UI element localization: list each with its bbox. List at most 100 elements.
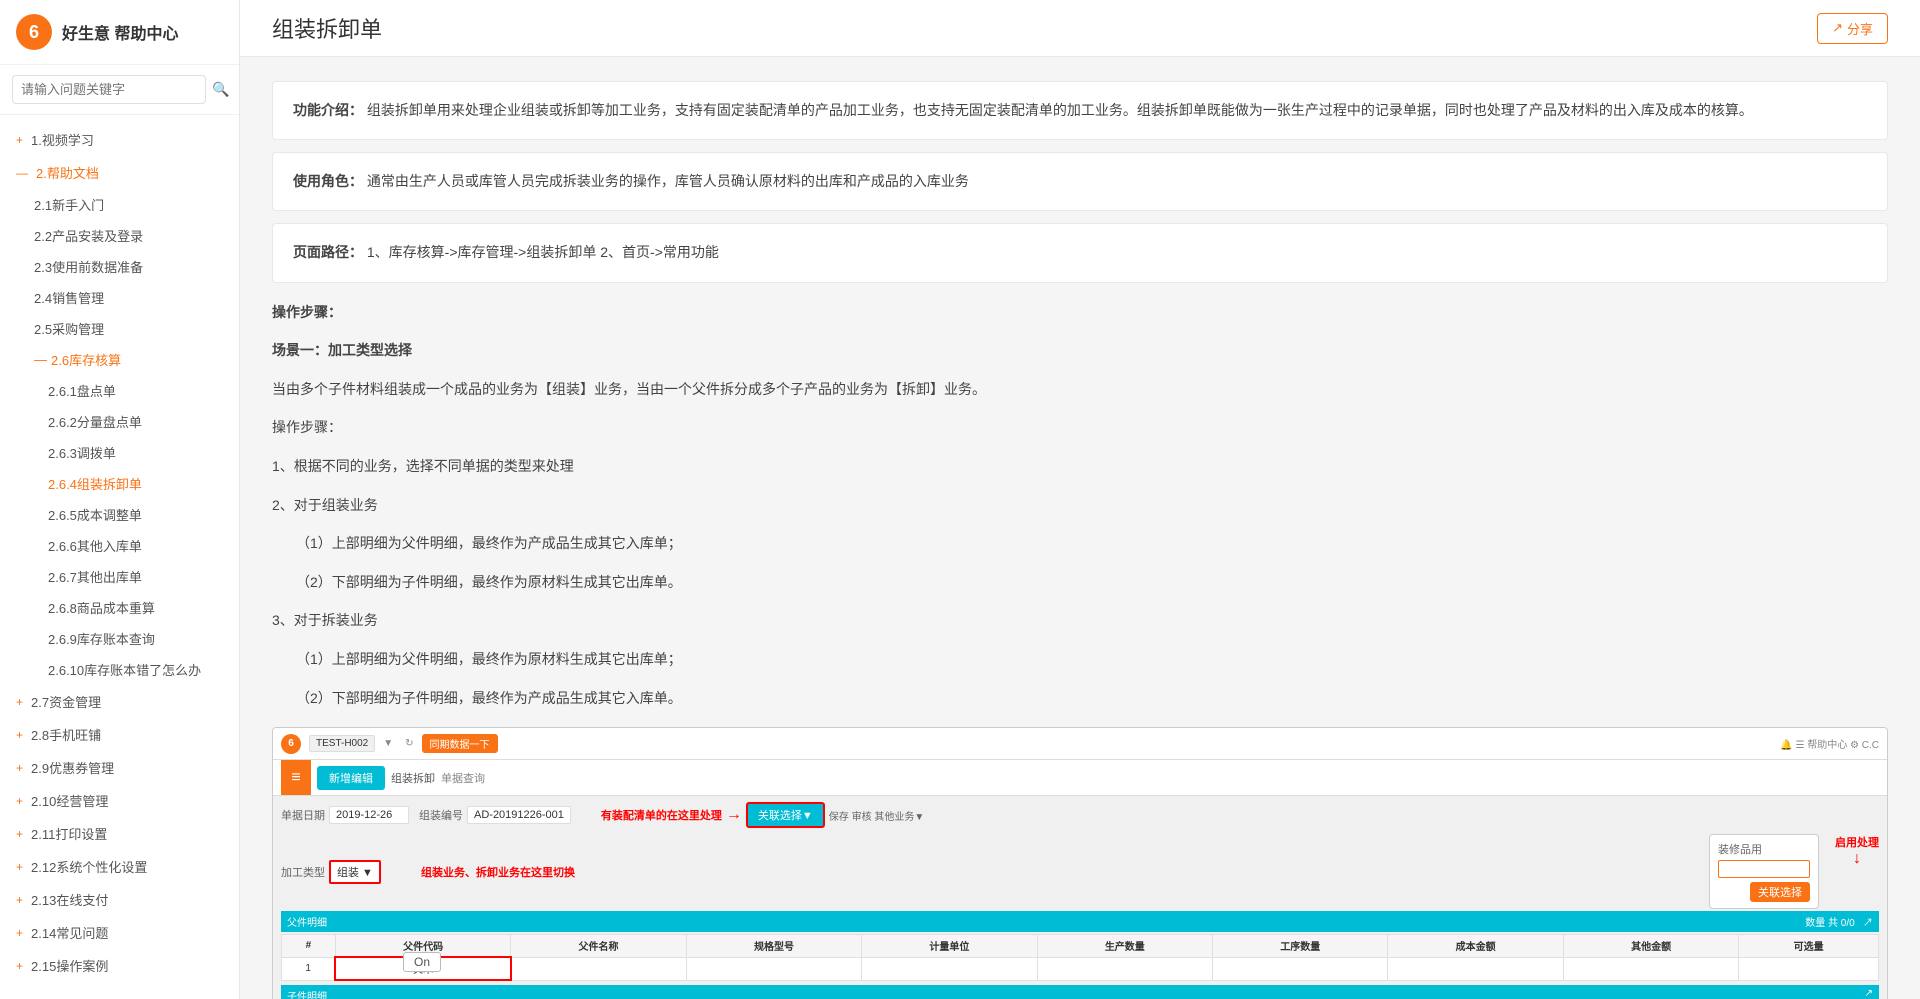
ss-arrow1: → <box>726 806 742 824</box>
sidebar-item-docs-261[interactable]: 2.6.1盘点单 <box>0 375 239 406</box>
minus-icon-26: — <box>34 352 47 367</box>
page-title: 组装拆卸单 <box>272 12 382 44</box>
ss-form-row1: 单据日期 2019-12-26 组装编号 AD-20191226-001 有装配… <box>281 802 1879 828</box>
app-title: 好生意 帮助中心 <box>62 20 178 44</box>
plus-icon-214: + <box>16 926 23 940</box>
sidebar-item-docs-27[interactable]: + 2.7资金管理 <box>0 685 239 718</box>
ss-annotation2-text: 组装业务、拆卸业务在这里切换 <box>421 864 575 880</box>
sidebar-item-docs-215[interactable]: + 2.15操作案例 <box>0 949 239 982</box>
sidebar-item-docs-2610[interactable]: 2.6.10库存账本错了怎么办 <box>0 654 239 685</box>
sidebar-item-docs-210[interactable]: + 2.10经营管理 <box>0 784 239 817</box>
ss-date-label: 单据日期 <box>281 807 325 823</box>
sidebar-item-docs-213[interactable]: + 2.13在线支付 <box>0 883 239 916</box>
sidebar-item-docs-268[interactable]: 2.6.8商品成本重算 <box>0 592 239 623</box>
ss-th-proc: 工序数量 <box>1213 935 1388 958</box>
td-3 <box>511 957 686 980</box>
plus-icon-210: + <box>16 794 23 808</box>
expand-icon: + <box>16 133 23 147</box>
operation-steps-title: 操作步骤： <box>272 299 1888 326</box>
ss-refresh-icon: ↻ <box>405 738 413 749</box>
sidebar-item-docs-29[interactable]: + 2.9优惠券管理 <box>0 751 239 784</box>
table-row: 1 关木 <box>282 957 1879 980</box>
sidebar-header: 6 好生意 帮助中心 <box>0 0 239 65</box>
sidebar-item-docs-265[interactable]: 2.6.5成本调整单 <box>0 499 239 530</box>
ss-dialog-input <box>1718 860 1810 878</box>
sidebar-item-docs-269[interactable]: 2.6.9库存账本查询 <box>0 623 239 654</box>
function-intro-label: 功能介绍： <box>293 102 363 118</box>
sidebar-item-docs-214[interactable]: + 2.14常见问题 <box>0 916 239 949</box>
sidebar-item-docs-24[interactable]: 2.4销售管理 <box>0 282 239 313</box>
ss-th-cost: 成本金额 <box>1388 935 1563 958</box>
plus-icon-211: + <box>16 827 23 841</box>
sidebar-item-video[interactable]: + 1.视频学习 <box>0 123 239 156</box>
sidebar-item-docs-22[interactable]: 2.2产品安装及登录 <box>0 220 239 251</box>
td-1: 1 <box>282 957 336 980</box>
sidebar-item-docs[interactable]: — 2.帮助文档 <box>0 156 239 189</box>
ss-extra-btns: 保存 审核 其他业务▼ <box>829 808 924 823</box>
ss-table1: # 父件代码 父件名称 规格型号 计量单位 生产数量 工序数量 成本金额 其他金… <box>281 934 1879 981</box>
sidebar-item-docs-21[interactable]: 2.1新手入门 <box>0 189 239 220</box>
sidebar-item-docs-26[interactable]: — 2.6库存核算 <box>0 344 239 375</box>
plus-icon-212: + <box>16 860 23 874</box>
ss-order-field: 组装编号 AD-20191226-001 <box>419 806 571 824</box>
nav-tree: + 1.视频学习 — 2.帮助文档 2.1新手入门 2.2产品安装及登录 2.3… <box>0 115 239 999</box>
app-logo: 6 <box>16 14 52 50</box>
ss-table1-tbody: 1 关木 <box>282 957 1879 980</box>
search-box[interactable]: 🔍 <box>0 65 239 115</box>
ss-annotation3-group: 启用处理 ↓ <box>1835 834 1879 868</box>
step-intro: 操作步骤： <box>272 414 1888 441</box>
content-body: 功能介绍： 组装拆卸单用来处理企业组装或拆卸等加工业务，支持有固定装配清单的产品… <box>240 57 1920 999</box>
function-intro-block: 功能介绍： 组装拆卸单用来处理企业组装或拆卸等加工业务，支持有固定装配清单的产品… <box>272 81 1888 140</box>
td-7 <box>1213 957 1388 980</box>
sidebar-item-docs-212[interactable]: + 2.12系统个性化设置 <box>0 850 239 883</box>
scene1-title: 场景一：加工类型选择 <box>272 337 1888 364</box>
sidebar-item-docs-28[interactable]: + 2.8手机旺铺 <box>0 718 239 751</box>
sidebar-item-docs-266[interactable]: 2.6.6其他入库单 <box>0 530 239 561</box>
share-button[interactable]: ↗ 分享 <box>1817 13 1888 44</box>
ss-type-select: 组装 ▼ <box>329 860 381 884</box>
td-8 <box>1388 957 1563 980</box>
ss-th-spec: 规格型号 <box>686 935 861 958</box>
ss-date-val: 2019-12-26 <box>329 806 409 824</box>
sidebar-item-docs-23[interactable]: 2.3使用前数据准备 <box>0 251 239 282</box>
ss-type-label: 加工类型 <box>281 864 325 880</box>
td-9 <box>1563 957 1738 980</box>
ss-type-field: 加工类型 组装 ▼ <box>281 860 381 884</box>
sidebar-item-docs-267[interactable]: 2.6.7其他出库单 <box>0 561 239 592</box>
sidebar-item-docs-264[interactable]: 2.6.4组装拆卸单 <box>0 468 239 499</box>
ss-tab2: 单据查询 <box>441 770 485 786</box>
step2: 2、对于组装业务 <box>272 492 1888 519</box>
ss-table2-title: 子件明细 <box>287 988 327 999</box>
ss-dialog-label: 装修品用 <box>1718 841 1810 857</box>
ss-th-qty: 生产数量 <box>1037 935 1212 958</box>
path-label: 页面路径： <box>293 244 363 260</box>
search-icon[interactable]: 🔍 <box>212 81 229 98</box>
ss-table2-count: ↗ <box>1865 988 1873 999</box>
ss-dialog-btn: 关联选择 <box>1750 882 1810 902</box>
role-intro-text: 通常由生产人员或库管人员完成拆装业务的操作，库管人员确认原材料的出库和产成品的入… <box>367 173 969 189</box>
ss-form-row2: 加工类型 组装 ▼ 组装业务、拆卸业务在这里切换 装修品用 <box>281 834 1879 909</box>
ss-tab-active: 新增编辑 <box>317 766 385 790</box>
ss-th-unit: 计量单位 <box>862 935 1037 958</box>
ss-form-content: 单据日期 2019-12-26 组装编号 AD-20191226-001 有装配… <box>273 796 1887 999</box>
sidebar-item-docs-263[interactable]: 2.6.3调拨单 <box>0 437 239 468</box>
role-intro-block: 使用角色： 通常由生产人员或库管人员完成拆装业务的操作，库管人员确认原材料的出库… <box>272 152 1888 211</box>
td-10 <box>1739 957 1879 980</box>
search-input[interactable] <box>12 75 206 104</box>
main-header: 组装拆卸单 ↗ 分享 <box>240 0 1920 57</box>
sidebar-item-docs-262[interactable]: 2.6.2分量盘点单 <box>0 406 239 437</box>
ss-nav: ≡ 新增编辑 组装拆卸 单据查询 <box>273 760 1887 796</box>
ss-nav-logo: ≡ <box>281 760 311 795</box>
share-icon: ↗ <box>1832 20 1843 36</box>
td-6 <box>1037 957 1212 980</box>
sidebar-item-docs-211[interactable]: + 2.11打印设置 <box>0 817 239 850</box>
ss-icons-right: 🔔 ☰ 帮助中心 ⚙ C.C <box>1780 736 1879 751</box>
sidebar-item-docs-25[interactable]: 2.5采购管理 <box>0 313 239 344</box>
operations-section: 操作步骤： 场景一：加工类型选择 当由多个子件材料组装成一个成品的业务为【组装】… <box>272 299 1888 999</box>
minus-icon: — <box>16 166 28 180</box>
ss-table1-header: 父件明细 数量 共 0/0 ↗ <box>281 911 1879 932</box>
plus-icon-215: + <box>16 959 23 973</box>
ss-table1-count: 数量 共 0/0 ↗ <box>1805 914 1873 929</box>
ss-table1-thead: # 父件代码 父件名称 规格型号 计量单位 生产数量 工序数量 成本金额 其他金… <box>282 935 1879 958</box>
ss-dialog-box: 装修品用 关联选择 <box>1709 834 1819 909</box>
